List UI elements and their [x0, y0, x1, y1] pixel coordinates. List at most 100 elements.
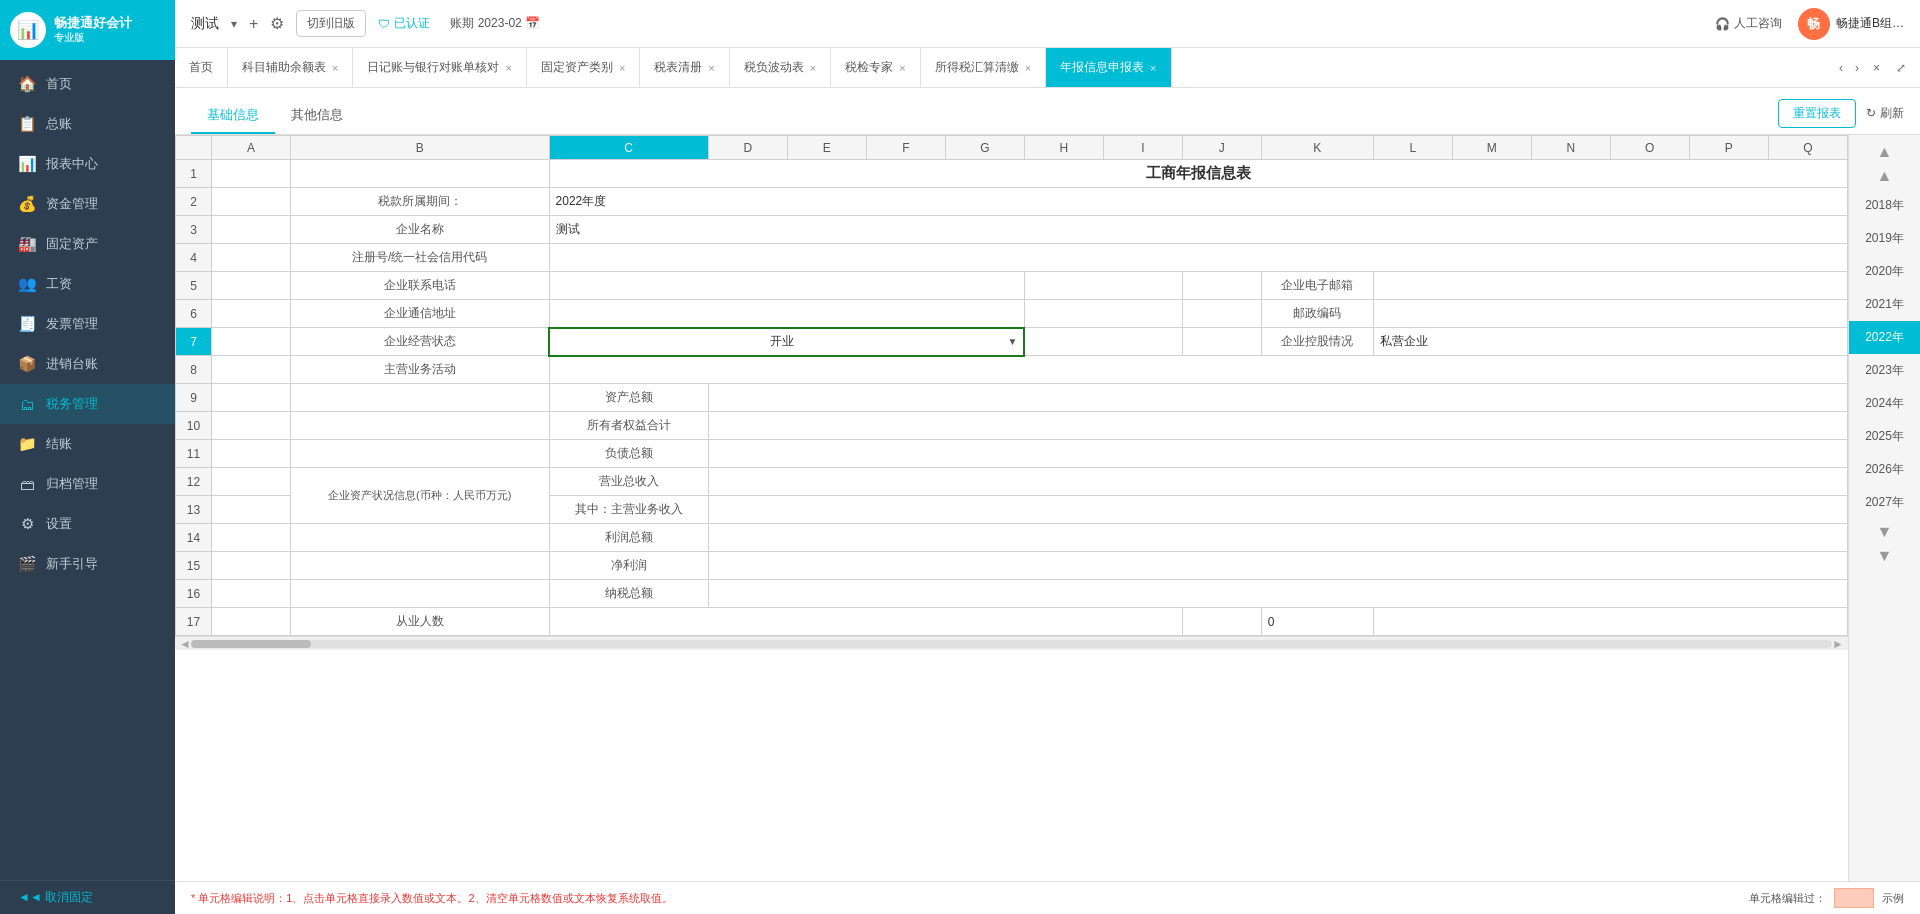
- cell-label[interactable]: 企业电子邮箱: [1261, 272, 1373, 300]
- cell[interactable]: 测试: [549, 216, 1847, 244]
- reset-report-button[interactable]: 重置报表: [1778, 99, 1856, 128]
- cell[interactable]: [549, 300, 1024, 328]
- cell[interactable]: [291, 552, 550, 580]
- cell[interactable]: [291, 580, 550, 608]
- tab-prev-button[interactable]: ‹: [1835, 59, 1847, 77]
- cell[interactable]: [212, 272, 291, 300]
- year-item-2024[interactable]: 2024年: [1849, 387, 1920, 420]
- cell[interactable]: [708, 440, 1847, 468]
- tab-tax-fluctuation[interactable]: 税负波动表 ×: [730, 48, 831, 87]
- tab-other-info[interactable]: 其他信息: [275, 98, 359, 134]
- sidebar-item-home[interactable]: 🏠 首页: [0, 64, 175, 104]
- cell[interactable]: [212, 300, 291, 328]
- sidebar-item-funds[interactable]: 💰 资金管理: [0, 184, 175, 224]
- cell[interactable]: [708, 496, 1847, 524]
- tab-expand-button[interactable]: ⤢: [1890, 59, 1912, 77]
- year-item-2020[interactable]: 2020年: [1849, 255, 1920, 288]
- tab-close-icon[interactable]: ×: [899, 62, 905, 74]
- cell[interactable]: [212, 244, 291, 272]
- cell[interactable]: [212, 356, 291, 384]
- cell[interactable]: [708, 552, 1847, 580]
- cell[interactable]: [212, 160, 291, 188]
- sidebar-item-ledger[interactable]: 📋 总账: [0, 104, 175, 144]
- cell-label[interactable]: 税款所属期间：: [291, 188, 550, 216]
- cell-label[interactable]: 企业联系电话: [291, 272, 550, 300]
- title-cell[interactable]: 工商年报信息表: [549, 160, 1847, 188]
- cell-label[interactable]: 主营业务活动: [291, 356, 550, 384]
- cell-label[interactable]: 从业人数: [291, 608, 550, 636]
- cell[interactable]: [291, 160, 550, 188]
- year-item-2027[interactable]: 2027年: [1849, 486, 1920, 519]
- tab-home[interactable]: 首页: [175, 48, 228, 87]
- cell-label[interactable]: 负债总额: [549, 440, 708, 468]
- sidebar-item-tax[interactable]: 🗂 税务管理: [0, 384, 175, 424]
- cell[interactable]: [708, 384, 1847, 412]
- tab-journal-bank[interactable]: 日记账与银行对账单核对 ×: [353, 48, 526, 87]
- cell[interactable]: [212, 524, 291, 552]
- year-fast-up[interactable]: ▲: [1849, 163, 1920, 189]
- cell[interactable]: [291, 384, 550, 412]
- year-item-2023[interactable]: 2023年: [1849, 354, 1920, 387]
- cell-label[interactable]: 其中：主营业务收入: [549, 496, 708, 524]
- cell-label[interactable]: 企业名称: [291, 216, 550, 244]
- cell-label[interactable]: 利润总额: [549, 524, 708, 552]
- cell-label[interactable]: 资产总额: [549, 384, 708, 412]
- cell[interactable]: [212, 468, 291, 496]
- cell[interactable]: [1182, 272, 1261, 300]
- year-scroll-up[interactable]: ▲: [1849, 139, 1920, 165]
- cell[interactable]: [549, 272, 1024, 300]
- cell-label[interactable]: 注册号/统一社会信用代码: [291, 244, 550, 272]
- cell[interactable]: [212, 216, 291, 244]
- tab-fixed-assets[interactable]: 固定资产类别 ×: [527, 48, 640, 87]
- year-item-2021[interactable]: 2021年: [1849, 288, 1920, 321]
- user-menu-button[interactable]: 畅 畅捷通B组…: [1798, 8, 1904, 40]
- customer-service-button[interactable]: 🎧 人工咨询: [1715, 15, 1782, 32]
- dropdown-arrow-icon[interactable]: ▼: [1007, 336, 1017, 347]
- spreadsheet-area[interactable]: A B C D E F G H I J K L M: [175, 135, 1848, 881]
- tab-close-icon[interactable]: ×: [1025, 62, 1031, 74]
- year-scroll-down[interactable]: ▼: [1849, 543, 1920, 569]
- cell[interactable]: [708, 412, 1847, 440]
- cell-dropdown[interactable]: 开业 ▼: [549, 328, 1024, 356]
- tab-next-button[interactable]: ›: [1851, 59, 1863, 77]
- cell[interactable]: [212, 552, 291, 580]
- cell[interactable]: [291, 412, 550, 440]
- cell[interactable]: [1373, 300, 1847, 328]
- cell[interactable]: 0: [1261, 608, 1373, 636]
- add-tab-button[interactable]: +: [249, 15, 258, 33]
- horizontal-scrollbar[interactable]: ◄ ►: [175, 636, 1848, 650]
- cell-label[interactable]: 企业控股情况: [1261, 328, 1373, 356]
- cell[interactable]: [291, 440, 550, 468]
- cell[interactable]: [1024, 328, 1182, 356]
- cell[interactable]: [212, 384, 291, 412]
- cell[interactable]: [212, 440, 291, 468]
- cell-label[interactable]: 企业通信地址: [291, 300, 550, 328]
- year-item-2018[interactable]: 2018年: [1849, 189, 1920, 222]
- cell[interactable]: [549, 244, 1847, 272]
- year-fast-down[interactable]: ▼: [1849, 519, 1920, 545]
- cell[interactable]: [212, 608, 291, 636]
- cell[interactable]: [1182, 328, 1261, 356]
- cell[interactable]: [549, 608, 1182, 636]
- cell[interactable]: [1024, 272, 1182, 300]
- tab-annual-report[interactable]: 年报信息申报表 ×: [1046, 48, 1171, 87]
- unpin-button[interactable]: ◄◄ 取消固定: [0, 880, 175, 914]
- sidebar-item-salary[interactable]: 👥 工资: [0, 264, 175, 304]
- tab-close-icon[interactable]: ×: [619, 62, 625, 74]
- sidebar-item-invoice[interactable]: 🧾 发票管理: [0, 304, 175, 344]
- sidebar-item-settings[interactable]: ⚙ 设置: [0, 504, 175, 544]
- tab-close-all-button[interactable]: ×: [1867, 59, 1886, 77]
- cell[interactable]: [1182, 300, 1261, 328]
- sidebar-item-assets[interactable]: 🏭 固定资产: [0, 224, 175, 264]
- cell-label[interactable]: 营业总收入: [549, 468, 708, 496]
- cell[interactable]: [212, 580, 291, 608]
- cell[interactable]: [212, 188, 291, 216]
- cell[interactable]: [1024, 300, 1182, 328]
- cell[interactable]: [212, 412, 291, 440]
- tab-close-icon[interactable]: ×: [505, 62, 511, 74]
- cell[interactable]: 私营企业: [1373, 328, 1847, 356]
- cell-label[interactable]: 所有者权益合计: [549, 412, 708, 440]
- cell[interactable]: [1373, 608, 1847, 636]
- cell-label[interactable]: 企业资产状况信息(币种：人民币万元): [291, 468, 550, 524]
- cell[interactable]: [212, 496, 291, 524]
